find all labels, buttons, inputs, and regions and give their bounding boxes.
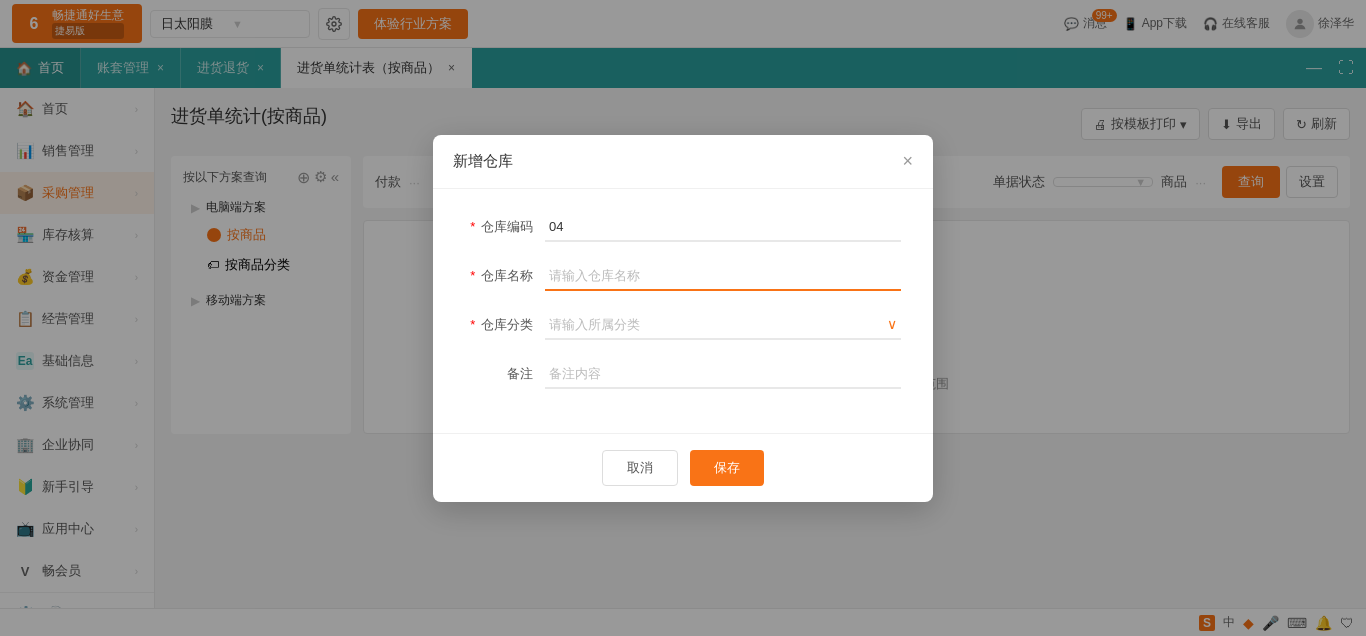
modal-body: * 仓库编码 * 仓库名称 * bbox=[433, 189, 933, 433]
code-input-wrap bbox=[545, 213, 901, 242]
warehouse-code-input[interactable] bbox=[545, 213, 901, 242]
modal-overlay[interactable]: 新增仓库 × * 仓库编码 * 仓库名称 bbox=[0, 0, 1366, 636]
form-group-remark: 备注 bbox=[465, 360, 901, 389]
modal-footer: 取消 保存 bbox=[433, 433, 933, 502]
form-group-code: * 仓库编码 bbox=[465, 213, 901, 242]
chevron-down-icon[interactable]: ∨ bbox=[883, 316, 901, 332]
required-star: * bbox=[470, 317, 475, 332]
remark-label: 备注 bbox=[465, 365, 545, 383]
required-star: * bbox=[470, 219, 475, 234]
name-input-wrap bbox=[545, 262, 901, 291]
cancel-button[interactable]: 取消 bbox=[602, 450, 678, 486]
modal-header: 新增仓库 × bbox=[433, 135, 933, 189]
remark-input-wrap bbox=[545, 360, 901, 389]
warehouse-name-input[interactable] bbox=[545, 262, 901, 291]
category-input-wrap: ∨ bbox=[545, 311, 901, 340]
form-group-category: * 仓库分类 ∨ bbox=[465, 311, 901, 340]
modal-close-button[interactable]: × bbox=[902, 151, 913, 172]
form-group-name: * 仓库名称 bbox=[465, 262, 901, 291]
warehouse-remark-input[interactable] bbox=[545, 360, 901, 389]
save-button[interactable]: 保存 bbox=[690, 450, 764, 486]
required-star: * bbox=[470, 268, 475, 283]
category-select[interactable]: ∨ bbox=[545, 311, 901, 340]
code-label: * 仓库编码 bbox=[465, 218, 545, 236]
category-select-input[interactable] bbox=[545, 311, 883, 338]
name-label: * 仓库名称 bbox=[465, 267, 545, 285]
modal-title: 新增仓库 bbox=[453, 152, 513, 171]
new-warehouse-modal: 新增仓库 × * 仓库编码 * 仓库名称 bbox=[433, 135, 933, 502]
category-label: * 仓库分类 bbox=[465, 316, 545, 334]
